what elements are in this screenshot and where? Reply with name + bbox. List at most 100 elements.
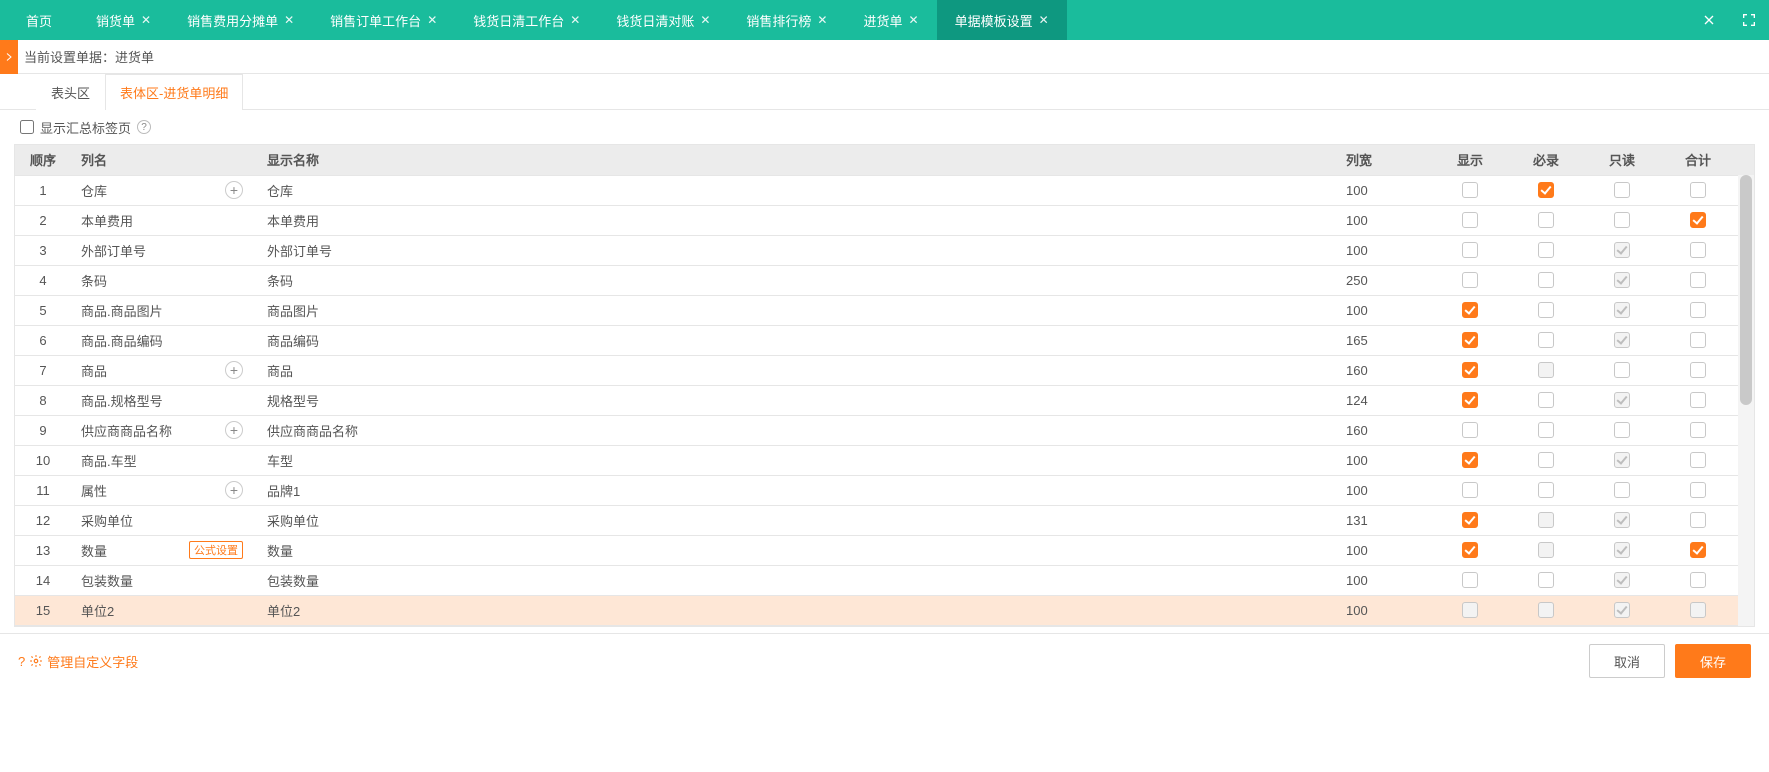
top-tab[interactable]: 销售费用分摊单✕ xyxy=(169,0,312,40)
cell-width[interactable]: 250 xyxy=(1336,265,1432,295)
checkbox[interactable] xyxy=(1690,332,1706,348)
checkbox[interactable] xyxy=(1690,302,1706,318)
table-row[interactable]: 12采购单位采购单位131 xyxy=(15,505,1754,535)
cell-display[interactable]: 车型 xyxy=(257,445,1336,475)
table-row[interactable]: 5商品.商品图片商品图片100 xyxy=(15,295,1754,325)
checkbox[interactable] xyxy=(1690,572,1706,588)
section-tab[interactable]: 表体区-进货单明细 xyxy=(105,74,243,110)
checkbox[interactable] xyxy=(1462,302,1478,318)
cell-width[interactable]: 100 xyxy=(1336,595,1432,625)
section-tab[interactable]: 表头区 xyxy=(36,74,105,110)
close-all-tabs-button[interactable] xyxy=(1689,0,1729,40)
checkbox[interactable] xyxy=(1614,482,1630,498)
show-summary-tab-checkbox[interactable] xyxy=(20,120,34,134)
table-row[interactable]: 4条码条码250 xyxy=(15,265,1754,295)
cell-display[interactable]: 本单费用 xyxy=(257,205,1336,235)
cell-display[interactable]: 数量 xyxy=(257,535,1336,565)
cell-width[interactable]: 100 xyxy=(1336,475,1432,505)
checkbox[interactable] xyxy=(1538,242,1554,258)
checkbox[interactable] xyxy=(1538,272,1554,288)
checkbox[interactable] xyxy=(1690,362,1706,378)
manage-custom-fields-link[interactable]: ? 管理自定义字段 xyxy=(18,652,138,671)
close-icon[interactable]: ✕ xyxy=(570,13,580,27)
cell-display[interactable]: 商品图片 xyxy=(257,295,1336,325)
checkbox[interactable] xyxy=(1538,332,1554,348)
add-icon[interactable]: + xyxy=(225,361,243,379)
top-tab[interactable]: 销货单✕ xyxy=(78,0,169,40)
cell-display[interactable]: 品牌1 xyxy=(257,475,1336,505)
help-icon[interactable]: ? xyxy=(137,120,151,134)
cell-width[interactable]: 100 xyxy=(1336,295,1432,325)
cell-display[interactable]: 条码 xyxy=(257,265,1336,295)
checkbox[interactable] xyxy=(1538,302,1554,318)
checkbox[interactable] xyxy=(1614,212,1630,228)
cell-display[interactable]: 商品 xyxy=(257,355,1336,385)
add-icon[interactable]: + xyxy=(225,481,243,499)
close-icon[interactable]: ✕ xyxy=(284,13,294,27)
checkbox[interactable] xyxy=(1538,452,1554,468)
cell-width[interactable]: 100 xyxy=(1336,175,1432,205)
cell-display[interactable]: 商品编码 xyxy=(257,325,1336,355)
table-row[interactable]: 8商品.规格型号规格型号124 xyxy=(15,385,1754,415)
checkbox[interactable] xyxy=(1462,332,1478,348)
cell-width[interactable]: 100 xyxy=(1336,535,1432,565)
checkbox[interactable] xyxy=(1462,542,1478,558)
checkbox[interactable] xyxy=(1614,362,1630,378)
checkbox[interactable] xyxy=(1690,542,1706,558)
checkbox[interactable] xyxy=(1538,482,1554,498)
checkbox[interactable] xyxy=(1538,392,1554,408)
close-icon[interactable]: ✕ xyxy=(909,13,919,27)
checkbox[interactable] xyxy=(1462,242,1478,258)
checkbox[interactable] xyxy=(1614,422,1630,438)
cell-display[interactable]: 外部订单号 xyxy=(257,235,1336,265)
cell-width[interactable]: 124 xyxy=(1336,385,1432,415)
checkbox[interactable] xyxy=(1690,512,1706,528)
checkbox[interactable] xyxy=(1538,212,1554,228)
cell-display[interactable]: 包装数量 xyxy=(257,565,1336,595)
cell-display[interactable]: 单位2 xyxy=(257,595,1336,625)
collapse-toggle[interactable] xyxy=(0,40,18,74)
top-tab[interactable]: 单据模板设置✕ xyxy=(937,0,1067,40)
cell-width[interactable]: 160 xyxy=(1336,415,1432,445)
cell-display[interactable]: 采购单位 xyxy=(257,505,1336,535)
save-button[interactable]: 保存 xyxy=(1675,644,1751,678)
top-tab[interactable]: 钱货日清工作台✕ xyxy=(455,0,598,40)
table-row[interactable]: 15单位2单位2100 xyxy=(15,595,1754,625)
checkbox[interactable] xyxy=(1462,272,1478,288)
checkbox[interactable] xyxy=(1462,572,1478,588)
cell-width[interactable]: 100 xyxy=(1336,235,1432,265)
checkbox[interactable] xyxy=(1690,272,1706,288)
add-icon[interactable]: + xyxy=(225,421,243,439)
add-icon[interactable]: + xyxy=(225,181,243,199)
table-row[interactable]: 3外部订单号外部订单号100 xyxy=(15,235,1754,265)
table-row[interactable]: 14包装数量包装数量100 xyxy=(15,565,1754,595)
scrollbar-thumb[interactable] xyxy=(1740,175,1752,405)
cell-width[interactable]: 131 xyxy=(1336,505,1432,535)
close-icon[interactable]: ✕ xyxy=(817,13,827,27)
close-icon[interactable]: ✕ xyxy=(141,13,151,27)
table-row[interactable]: 11属性+品牌1100 xyxy=(15,475,1754,505)
table-row[interactable]: 2本单费用本单费用100 xyxy=(15,205,1754,235)
checkbox[interactable] xyxy=(1538,422,1554,438)
cancel-button[interactable]: 取消 xyxy=(1589,644,1665,678)
close-icon[interactable]: ✕ xyxy=(700,13,710,27)
checkbox[interactable] xyxy=(1462,422,1478,438)
fullscreen-button[interactable] xyxy=(1729,0,1769,40)
close-icon[interactable]: ✕ xyxy=(427,13,437,27)
checkbox[interactable] xyxy=(1690,422,1706,438)
checkbox[interactable] xyxy=(1690,242,1706,258)
table-row[interactable]: 1仓库+仓库100 xyxy=(15,175,1754,205)
vertical-scrollbar[interactable] xyxy=(1738,175,1754,626)
table-row[interactable]: 13数量公式设置数量100 xyxy=(15,535,1754,565)
checkbox[interactable] xyxy=(1690,182,1706,198)
checkbox[interactable] xyxy=(1462,512,1478,528)
help-icon[interactable]: ? xyxy=(18,654,25,669)
cell-width[interactable]: 165 xyxy=(1336,325,1432,355)
top-tab[interactable]: 销售订单工作台✕ xyxy=(312,0,455,40)
checkbox[interactable] xyxy=(1690,392,1706,408)
cell-width[interactable]: 100 xyxy=(1336,205,1432,235)
top-tab[interactable]: 首页 xyxy=(0,0,78,40)
checkbox[interactable] xyxy=(1462,362,1478,378)
checkbox[interactable] xyxy=(1614,182,1630,198)
cell-width[interactable]: 100 xyxy=(1336,445,1432,475)
